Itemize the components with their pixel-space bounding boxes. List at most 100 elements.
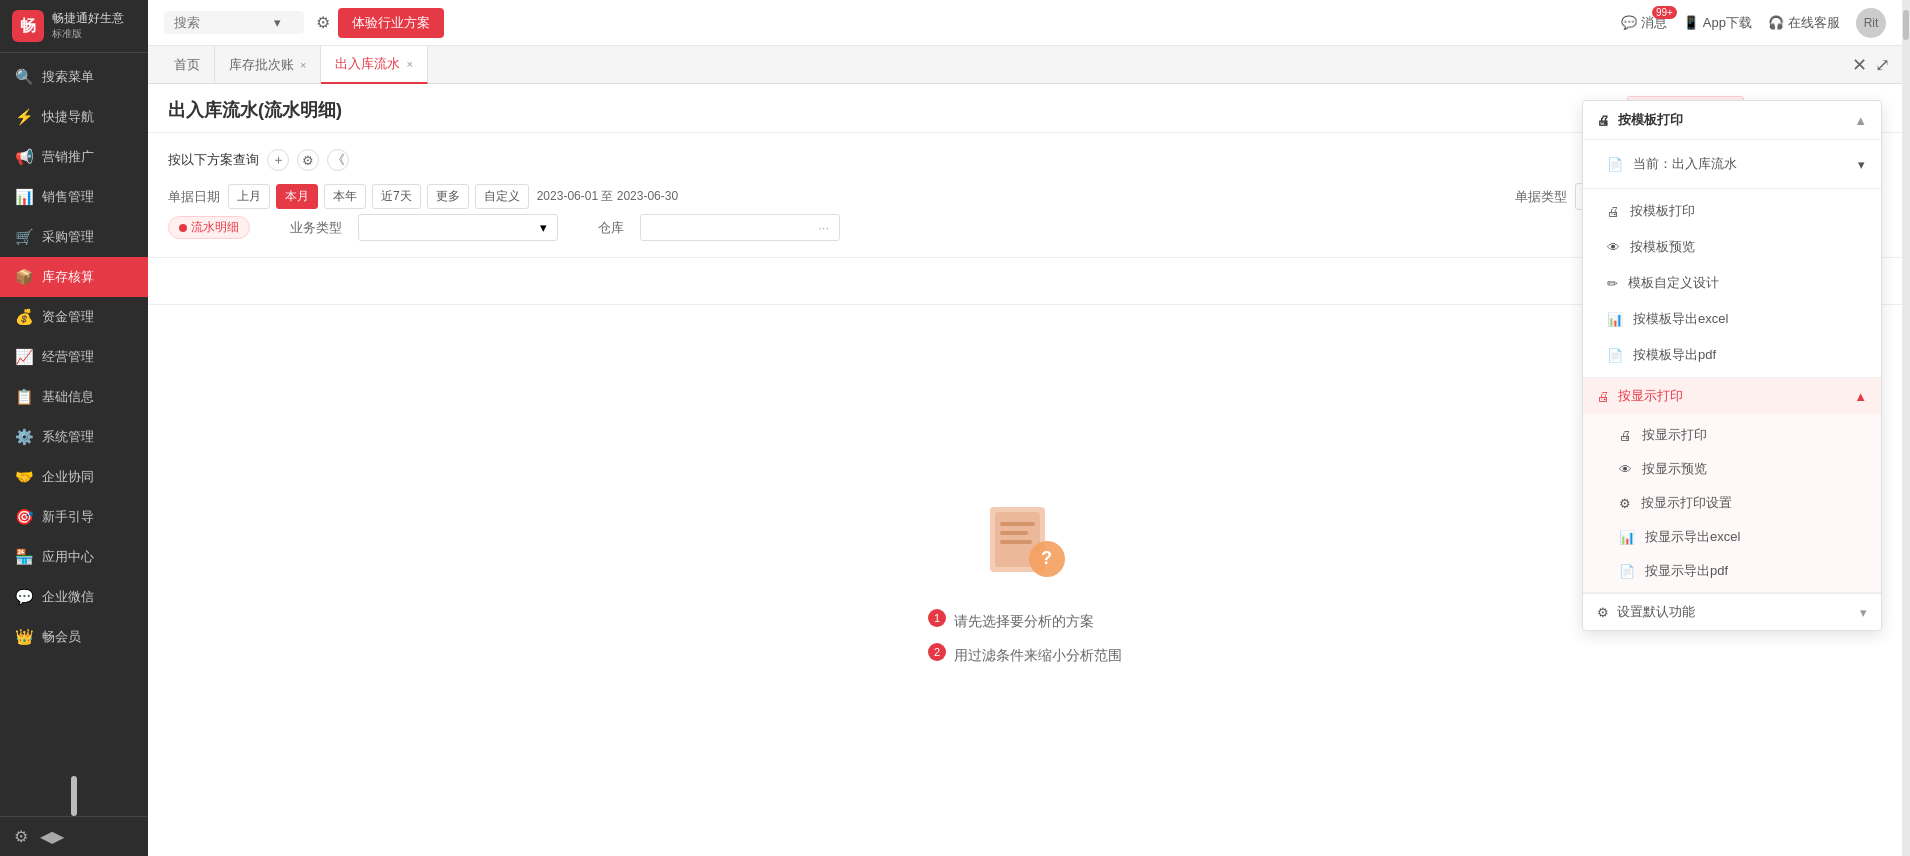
app-download-icon: 📱 <box>1683 15 1699 30</box>
tab-batch-ledger-close[interactable]: × <box>300 59 306 71</box>
logo-badge: 标准版 <box>52 27 124 41</box>
search-input[interactable] <box>174 15 274 30</box>
collapse-icon[interactable]: ◀▶ <box>40 827 64 846</box>
sidebar-icon-vip: 👑 <box>14 627 34 647</box>
date-btn-custom[interactable]: 自定义 <box>475 184 529 209</box>
template-excel-icon: 📊 <box>1607 312 1623 327</box>
tab-maximize-icon[interactable]: ⤢ <box>1875 54 1890 76</box>
date-filter: 上月 本月 本年 近7天 更多 自定义 <box>228 184 529 209</box>
dropdown-footer-label: 设置默认功能 <box>1617 603 1695 621</box>
sidebar-icon-marketing: 📢 <box>14 147 34 167</box>
header-search-box[interactable]: ▾ <box>164 11 304 34</box>
dropdown-display-print[interactable]: 🖨 按显示打印 <box>1583 418 1881 452</box>
customer-service-label: 在线客服 <box>1788 14 1840 32</box>
dropdown-template-preview[interactable]: 👁 按模板预览 <box>1583 229 1881 265</box>
warehouse-label: 仓库 <box>598 219 624 237</box>
sidebar-icon-basic: 📋 <box>14 387 34 407</box>
dropdown-header-arrow[interactable]: ▲ <box>1854 113 1867 128</box>
sidebar-label-guide: 新手引导 <box>42 508 94 526</box>
date-range-display: 2023-06-01 至 2023-06-30 <box>537 188 678 205</box>
header-gear-icon[interactable]: ⚙ <box>316 13 330 32</box>
filter-dot-icon <box>179 224 187 232</box>
sidebar-item-guide[interactable]: 🎯 新手引导 <box>0 497 148 537</box>
sidebar-icon-search: 🔍 <box>14 67 34 87</box>
search-label: 按以下方案查询 <box>168 151 259 169</box>
avatar[interactable]: Rit <box>1856 8 1886 38</box>
sidebar-label-vip: 畅会员 <box>42 628 81 646</box>
dropdown-display-excel[interactable]: 📊 按显示导出excel <box>1583 520 1881 554</box>
sidebar-item-wechat[interactable]: 💬 企业微信 <box>0 577 148 617</box>
tab-inout-flow[interactable]: 出入库流水 × <box>321 46 427 84</box>
filter-tag[interactable]: 流水明细 <box>168 216 250 239</box>
message-btn[interactable]: 💬 消息 99+ <box>1621 14 1667 32</box>
app-download-btn[interactable]: 📱 App下载 <box>1683 14 1752 32</box>
date-btn-last-month[interactable]: 上月 <box>228 184 270 209</box>
business-type-select[interactable]: ▾ <box>358 214 558 241</box>
date-btn-7days[interactable]: 近7天 <box>372 184 421 209</box>
tab-close-window-icon[interactable]: ✕ <box>1852 54 1867 76</box>
dropdown-template-excel[interactable]: 📊 按模板导出excel <box>1583 301 1881 337</box>
sidebar-item-quicknav[interactable]: ⚡ 快捷导航 <box>0 97 148 137</box>
sidebar-item-system[interactable]: ⚙️ 系统管理 <box>0 417 148 457</box>
empty-step-2: 2 用过滤条件来缩小分析范围 <box>928 641 1122 669</box>
dropdown-template-print[interactable]: 🖨 按模板打印 <box>1583 193 1881 229</box>
display-section-label: 按显示打印 <box>1618 387 1683 405</box>
warehouse-more-icon[interactable]: ··· <box>818 220 829 235</box>
settings-icon[interactable]: ⚙ <box>14 827 28 846</box>
sidebar-item-search[interactable]: 🔍 搜索菜单 <box>0 57 148 97</box>
scroll-track[interactable] <box>1902 0 1910 856</box>
date-btn-this-month[interactable]: 本月 <box>276 184 318 209</box>
sidebar-item-collab[interactable]: 🤝 企业协同 <box>0 457 148 497</box>
header-right: 💬 消息 99+ 📱 App下载 🎧 在线客服 Rit <box>1621 8 1886 38</box>
search-collapse-icon[interactable]: 《 <box>327 149 349 171</box>
tab-inout-flow-close[interactable]: × <box>406 58 412 70</box>
footer-arrow: ▾ <box>1860 605 1867 620</box>
app-download-label: App下载 <box>1703 14 1752 32</box>
header-left: ▾ ⚙ 体验行业方案 <box>164 8 1621 38</box>
dropdown-header: 🖨 按模板打印 ▲ <box>1583 101 1881 140</box>
dropdown-template-custom[interactable]: ✏ 模板自定义设计 <box>1583 265 1881 301</box>
sidebar-item-operation[interactable]: 📈 经营管理 <box>0 337 148 377</box>
message-badge: 99+ <box>1652 6 1677 19</box>
search-add-btn[interactable]: ＋ <box>267 149 289 171</box>
footer-settings-icon: ⚙ <box>1597 605 1609 620</box>
step-1-text: 请先选择要分析的方案 <box>954 607 1094 635</box>
date-field: 单据日期 上月 本月 本年 近7天 更多 自定义 2023-06-01 至 20… <box>168 184 678 209</box>
sidebar-icon-finance: 💰 <box>14 307 34 327</box>
date-btn-more[interactable]: 更多 <box>427 184 469 209</box>
tab-batch-ledger[interactable]: 库存批次账 × <box>215 46 321 84</box>
dropdown-display-section[interactable]: 🖨 按显示打印 ▲ <box>1583 378 1881 414</box>
sidebar-item-basic[interactable]: 📋 基础信息 <box>0 377 148 417</box>
dropdown-title: 按模板打印 <box>1618 111 1683 129</box>
dropdown-display-preview[interactable]: 👁 按显示预览 <box>1583 452 1881 486</box>
sidebar-label-system: 系统管理 <box>42 428 94 446</box>
sidebar-item-finance[interactable]: 💰 资金管理 <box>0 297 148 337</box>
sidebar-item-marketing[interactable]: 📢 营销推广 <box>0 137 148 177</box>
customer-service-btn[interactable]: 🎧 在线客服 <box>1768 14 1840 32</box>
sidebar-icon-system: ⚙️ <box>14 427 34 447</box>
dropdown-footer[interactable]: ⚙ 设置默认功能 ▾ <box>1583 593 1881 630</box>
sidebar-item-vip[interactable]: 👑 畅会员 <box>0 617 148 657</box>
sidebar-label-appstore: 应用中心 <box>42 548 94 566</box>
dropdown-display-pdf[interactable]: 📄 按显示导出pdf <box>1583 554 1881 588</box>
sidebar-item-inventory[interactable]: 📦 库存核算 <box>0 257 148 297</box>
warehouse-select[interactable]: ··· <box>640 214 840 241</box>
dropdown-current-label: 📄 当前：出入库流水 ▾ <box>1583 146 1881 182</box>
dropdown-template-pdf[interactable]: 📄 按模板导出pdf <box>1583 337 1881 373</box>
sidebar-item-purchase[interactable]: 🛒 采购管理 <box>0 217 148 257</box>
trial-btn[interactable]: 体验行业方案 <box>338 8 444 38</box>
svg-rect-3 <box>1000 531 1028 535</box>
date-btn-this-year[interactable]: 本年 <box>324 184 366 209</box>
svg-rect-2 <box>1000 522 1035 526</box>
sidebar-item-sales[interactable]: 📊 销售管理 <box>0 177 148 217</box>
tab-home[interactable]: 首页 <box>160 46 215 84</box>
filter-tag-field: 流水明细 <box>168 216 250 239</box>
template-custom-icon: ✏ <box>1607 276 1618 291</box>
sidebar: 畅 畅捷通好生意 标准版 🔍 搜索菜单 ⚡ 快捷导航 📢 营销推广 📊 销售管理… <box>0 0 148 856</box>
sidebar-item-appstore[interactable]: 🏪 应用中心 <box>0 537 148 577</box>
search-settings-icon[interactable]: ⚙ <box>297 149 319 171</box>
search-dropdown-icon[interactable]: ▾ <box>274 15 281 30</box>
step-2-text: 用过滤条件来缩小分析范围 <box>954 641 1122 669</box>
sidebar-label-purchase: 采购管理 <box>42 228 94 246</box>
dropdown-display-print-settings[interactable]: ⚙ 按显示打印设置 <box>1583 486 1881 520</box>
